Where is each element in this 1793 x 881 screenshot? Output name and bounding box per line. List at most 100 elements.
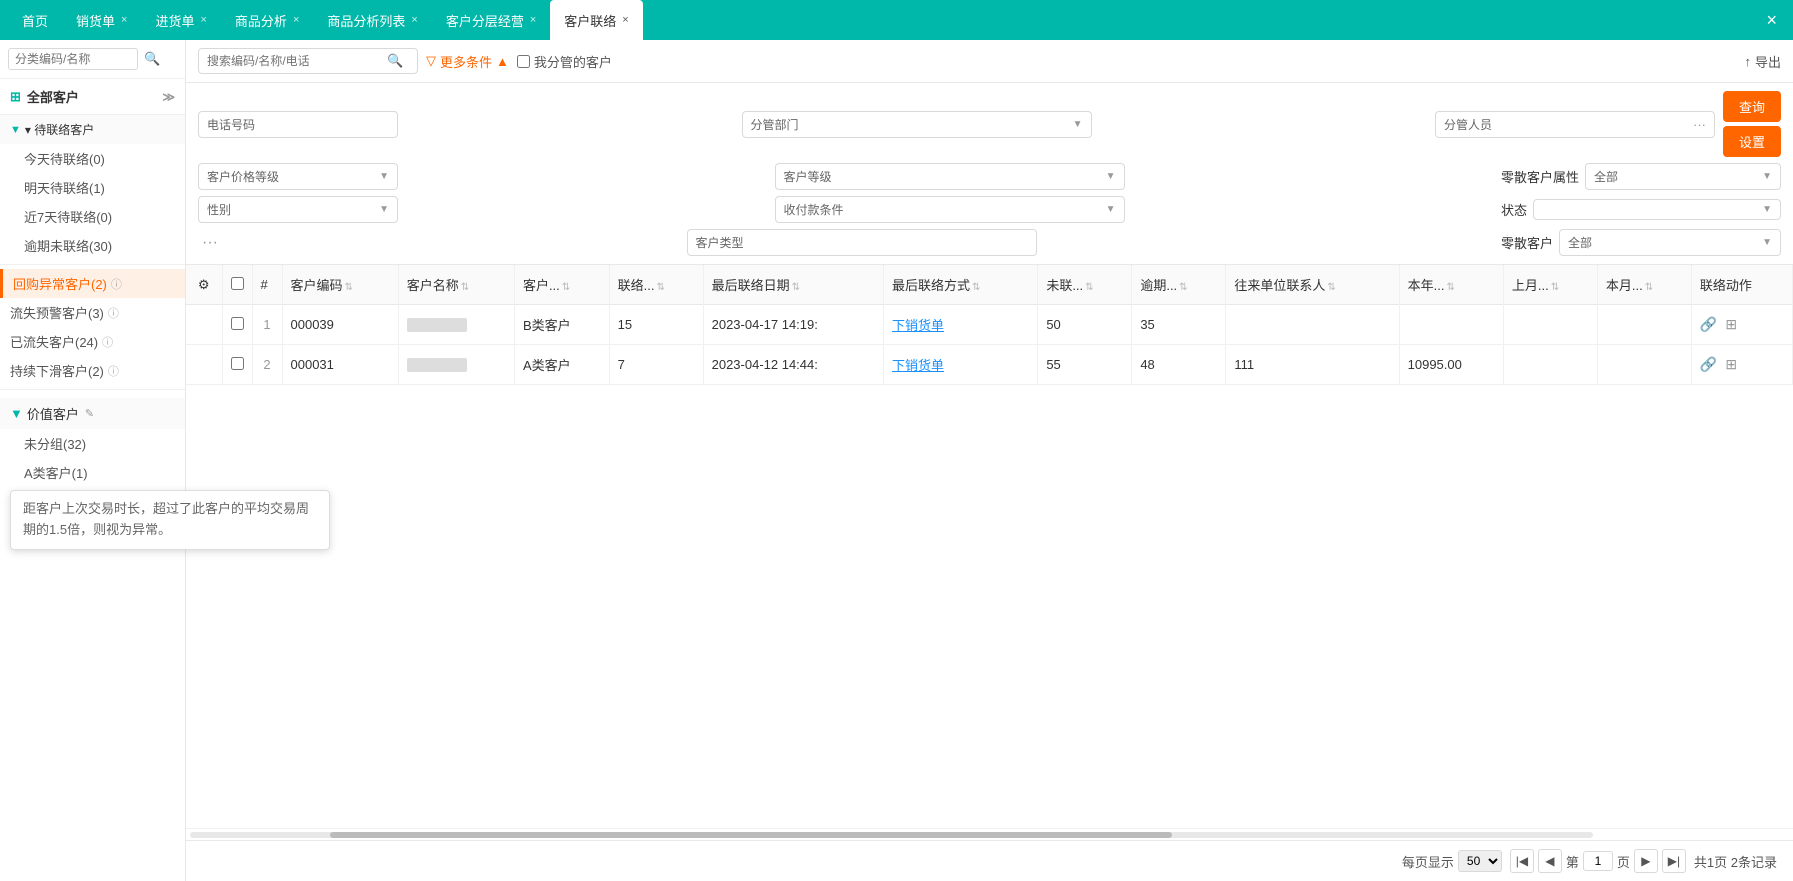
edit-icon[interactable]: ✎ xyxy=(85,407,94,420)
query-button[interactable]: 查询 xyxy=(1723,91,1781,122)
not-contacted-column-header[interactable]: 未联...⇅ xyxy=(1038,265,1132,305)
select-all-checkbox[interactable] xyxy=(231,277,244,290)
close-icon[interactable]: × xyxy=(121,14,127,26)
tab-home[interactable]: 首页 xyxy=(8,0,62,40)
scroll-thumb[interactable] xyxy=(330,832,1172,838)
ctype-column-header[interactable]: 客户...⇅ xyxy=(514,265,609,305)
row-checkbox-0[interactable] xyxy=(222,305,252,345)
window-close-button[interactable]: × xyxy=(1758,10,1785,31)
sidebar-item-already-lost[interactable]: 已流失客户(24) ⓘ xyxy=(0,327,185,356)
sidebar-item-ungrouped[interactable]: 未分组(32) xyxy=(0,429,185,458)
manager-filter[interactable]: 分管人员 ··· xyxy=(1435,111,1715,138)
page-size-select[interactable]: 50 xyxy=(1458,850,1502,872)
settings-button[interactable]: 设置 xyxy=(1723,126,1781,157)
status-select[interactable]: ▼ xyxy=(1533,199,1781,220)
tab-purchase-order[interactable]: 进货单 × xyxy=(141,0,220,40)
grid-action-icon-1[interactable]: ⊞ xyxy=(1725,356,1737,373)
sidebar-item-lost-warning[interactable]: 流失预警客户(3) ⓘ xyxy=(0,298,185,327)
tab-customer-tier[interactable]: 客户分层经营 × xyxy=(432,0,550,40)
page-number-input[interactable] xyxy=(1583,851,1613,871)
phone-filter[interactable]: 电话号码 xyxy=(198,111,398,138)
close-icon[interactable]: × xyxy=(530,14,536,26)
gender-filter[interactable]: 性别 ▼ xyxy=(198,196,398,223)
sidebar-all-customers-header[interactable]: ⊞ 全部客户 ≫ xyxy=(0,79,185,115)
row-last-date-1: 2023-04-12 14:44: xyxy=(703,345,883,385)
sort-icon-11: ⇅ xyxy=(1551,282,1559,293)
next-page-button[interactable]: ▶ xyxy=(1634,849,1658,873)
export-button[interactable]: ↑ 导出 xyxy=(1744,52,1781,71)
chevron-down-icon-5: ▼ xyxy=(379,204,389,215)
chevron-up-icon: ▲ xyxy=(496,54,509,69)
last-month-column-header[interactable]: 上月...⇅ xyxy=(1503,265,1597,305)
sidebar-item-7days-contact[interactable]: 近7天待联络(0) xyxy=(0,202,185,231)
dots-button[interactable]: ··· xyxy=(198,234,222,252)
sidebar-item-repurchase-abnormal[interactable]: 回购异常客户(2) ⓘ xyxy=(0,269,185,298)
close-icon[interactable]: × xyxy=(293,14,299,26)
sidebar-value-customers-header[interactable]: ▼ 价值客户 ✎ xyxy=(0,398,185,429)
sort-icon-8: ⇅ xyxy=(1179,282,1187,293)
row-last-method-1[interactable]: 下销货单 xyxy=(884,345,1038,385)
contact-person-column-header[interactable]: 往来单位联系人⇅ xyxy=(1226,265,1399,305)
this-year-column-header[interactable]: 本年...⇅ xyxy=(1399,265,1503,305)
retail-customer-select[interactable]: 全部 ▼ xyxy=(1559,229,1781,256)
ellipsis-icon[interactable]: ··· xyxy=(1693,117,1706,132)
link-icon-0[interactable]: 🔗 xyxy=(1700,316,1717,333)
chevron-down-icon-7: ▼ xyxy=(1762,204,1772,215)
tab-customer-contact[interactable]: 客户联络 × xyxy=(550,0,642,40)
prev-page-button[interactable]: ◀ xyxy=(1538,849,1562,873)
sidebar-item-continuous-down[interactable]: 持续下滑客户(2) ⓘ xyxy=(0,356,185,385)
row-contact-num-0: 15 xyxy=(609,305,703,345)
my-customers-checkbox[interactable] xyxy=(517,55,530,68)
sidebar-search-icon[interactable]: 🔍 xyxy=(144,51,160,67)
this-month-column-header[interactable]: 本月...⇅ xyxy=(1597,265,1691,305)
dept-filter[interactable]: 分管部门 ▼ xyxy=(742,111,1092,138)
tab-sales-order[interactable]: 销货单 × xyxy=(62,0,141,40)
chevron-down-icon-2: ▼ xyxy=(379,171,389,182)
total-records-label: 共1页 2条记录 xyxy=(1694,852,1777,871)
divider xyxy=(0,264,185,265)
name-column-header[interactable]: 客户名称⇅ xyxy=(398,265,514,305)
sidebar-item-today-contact[interactable]: 今天待联络(0) xyxy=(0,144,185,173)
sort-icon-7: ⇅ xyxy=(1085,282,1093,293)
first-page-button[interactable]: |◀ xyxy=(1510,849,1534,873)
overdue-column-header[interactable]: 逾期...⇅ xyxy=(1132,265,1226,305)
link-icon-1[interactable]: 🔗 xyxy=(1700,356,1717,373)
close-icon[interactable]: × xyxy=(622,14,628,26)
main-search-input[interactable] xyxy=(207,54,387,68)
customer-type-filter[interactable]: 客户类型 xyxy=(687,229,1037,256)
tab-product-analysis[interactable]: 商品分析 × xyxy=(221,0,313,40)
grid-action-icon-0[interactable]: ⊞ xyxy=(1725,316,1737,333)
last-page-button[interactable]: ▶| xyxy=(1662,849,1686,873)
collapse-icon[interactable]: ≫ xyxy=(162,90,175,104)
close-icon[interactable]: × xyxy=(411,14,417,26)
row-last-method-0[interactable]: 下销货单 xyxy=(884,305,1038,345)
more-conditions-button[interactable]: ▽ 更多条件 ▲ xyxy=(426,52,509,71)
sidebar: 🔍 ⊞ 全部客户 ≫ ▼ ▾ 待联络客户 今天待联络(0) 明天待联络(1) 近… xyxy=(0,40,186,881)
my-customers-checkbox-area[interactable]: 我分管的客户 xyxy=(517,52,612,71)
retail-attr-select[interactable]: 全部 ▼ xyxy=(1585,163,1781,190)
action-column-header: 联络动作 xyxy=(1691,265,1792,305)
customer-level-filter[interactable]: 客户等级 ▼ xyxy=(775,163,1125,190)
row-contact-person-1: 111 xyxy=(1226,345,1399,385)
horizontal-scrollbar[interactable] xyxy=(186,828,1793,840)
contact-num-column-header[interactable]: 联络...⇅ xyxy=(609,265,703,305)
settings-column-header[interactable]: ⚙ xyxy=(186,265,222,305)
payment-filter[interactable]: 收付款条件 ▼ xyxy=(775,196,1125,223)
sidebar-waiting-contact-group[interactable]: ▼ ▾ 待联络客户 xyxy=(0,115,185,144)
last-date-column-header[interactable]: 最后联络日期⇅ xyxy=(703,265,883,305)
sidebar-search-input[interactable] xyxy=(8,48,138,70)
sidebar-item-tomorrow-contact[interactable]: 明天待联络(1) xyxy=(0,173,185,202)
row-checkbox-1[interactable] xyxy=(222,345,252,385)
close-icon[interactable]: × xyxy=(200,14,206,26)
arrow-down-icon-2: ▼ xyxy=(10,406,23,421)
retail-customer-filter: 零散客户 全部 ▼ xyxy=(1501,229,1781,256)
last-method-column-header[interactable]: 最后联络方式⇅ xyxy=(884,265,1038,305)
search-icon[interactable]: 🔍 xyxy=(387,53,403,69)
code-column-header[interactable]: 客户编码⇅ xyxy=(282,265,398,305)
filter-icon: ▽ xyxy=(426,53,436,69)
sidebar-item-a-class[interactable]: A类客户(1) xyxy=(0,458,185,487)
price-level-filter[interactable]: 客户价格等级 ▼ xyxy=(198,163,398,190)
checkbox-column-header[interactable] xyxy=(222,265,252,305)
tab-product-analysis-list[interactable]: 商品分析列表 × xyxy=(313,0,431,40)
sidebar-item-overdue-contact[interactable]: 逾期未联络(30) xyxy=(0,231,185,260)
